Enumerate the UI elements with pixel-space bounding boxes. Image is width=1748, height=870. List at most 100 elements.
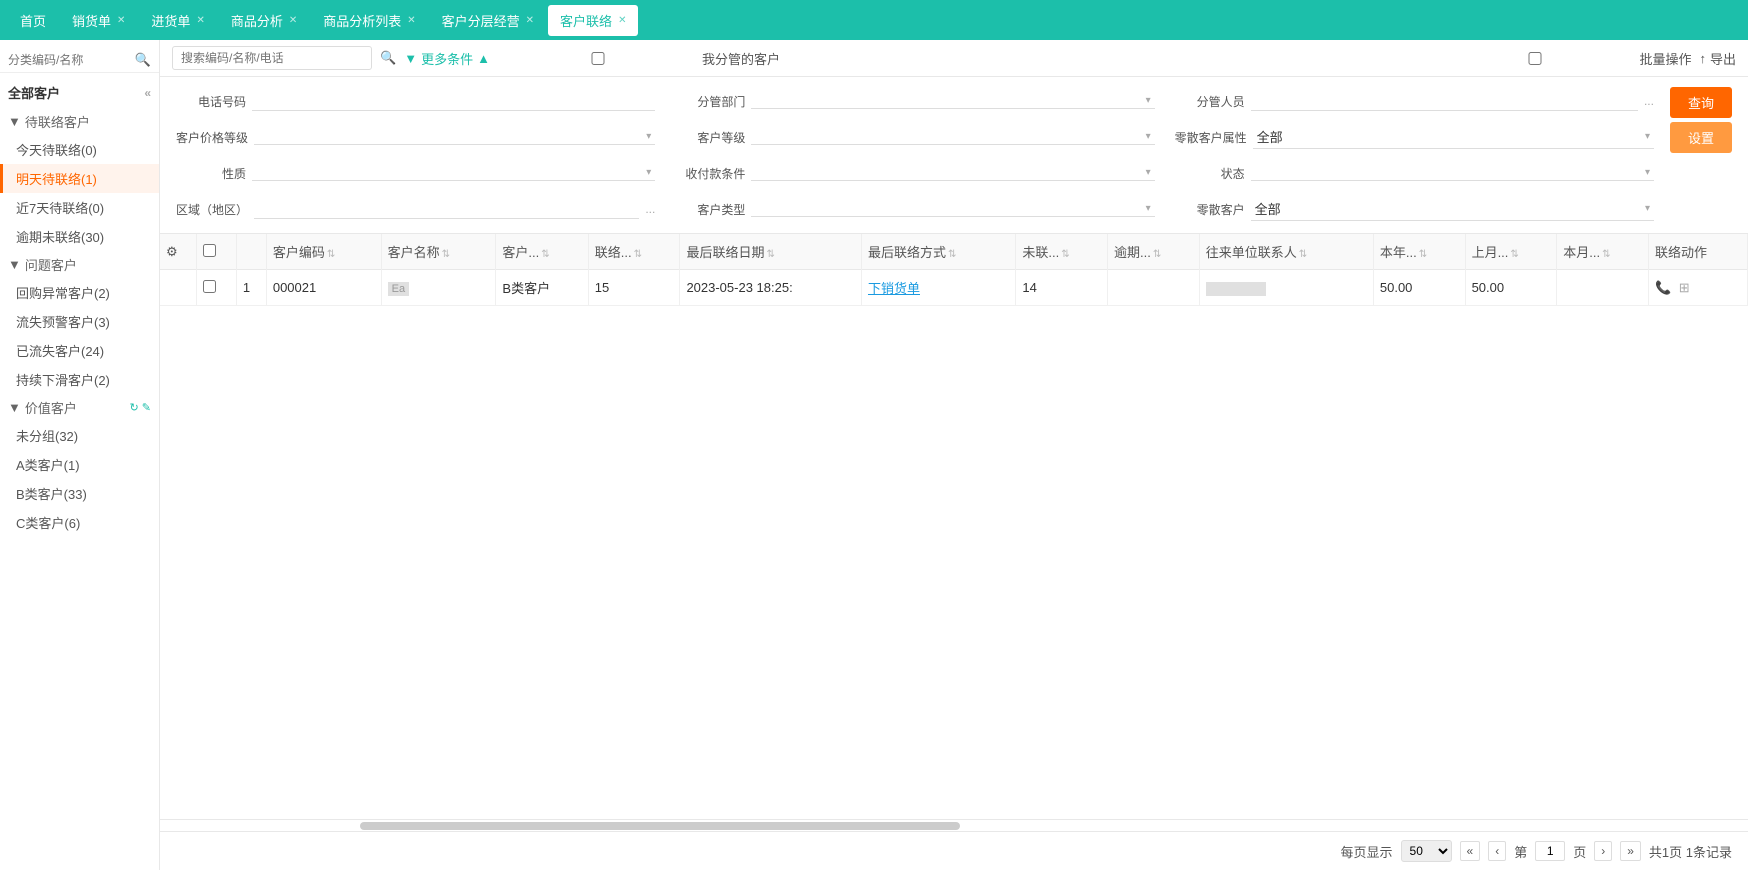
sidebar-search-icon[interactable]: 🔍 — [135, 52, 151, 68]
page-last-btn[interactable]: » — [1620, 841, 1641, 861]
filter-select-nature[interactable]: ▾ — [252, 165, 655, 181]
sidebar-item-churn-warning[interactable]: 流失预警客户(3) — [0, 307, 159, 336]
col-type[interactable]: 客户...⇅ — [496, 234, 588, 270]
my-customers-check[interactable] — [498, 52, 698, 65]
filter-select-dept[interactable]: ▾ — [751, 93, 1154, 109]
filter-label-customer-grade: 客户等级 — [675, 129, 745, 146]
col-code[interactable]: 客户编码⇅ — [266, 234, 381, 270]
content-area: 🔍 ▼ 更多条件 ▲ 我分管的客户 批量操作 ↑ 导出 — [160, 40, 1748, 870]
chev-down-icon-8: ▾ — [1146, 203, 1151, 214]
sidebar-item-tomorrow-contact[interactable]: 明天待联络(1) — [0, 164, 159, 193]
filter-label-manager: 分管人员 — [1175, 93, 1245, 110]
row-type: B类客户 — [496, 270, 588, 306]
col-last-date[interactable]: 最后联络日期⇅ — [680, 234, 862, 270]
nav-customer-contact[interactable]: 客户联络 ✕ — [548, 5, 638, 36]
nav-home[interactable]: 首页 — [8, 5, 58, 36]
filter-more-manager[interactable]: ... — [1644, 94, 1654, 108]
col-settings[interactable] — [160, 234, 197, 270]
sidebar-item-overdue-contact[interactable]: 逾期未联络(30) — [0, 222, 159, 251]
filter-cell-phone: 电话号码 — [176, 87, 655, 115]
page-number-input[interactable] — [1535, 841, 1565, 861]
export-icon: ↑ — [1699, 51, 1706, 66]
row-last-method[interactable]: 下销货单 — [861, 270, 1015, 306]
sidebar-item-week-contact[interactable]: 近7天待联络(0) — [0, 193, 159, 222]
row-settings-icon — [160, 270, 197, 306]
more-filters-btn[interactable]: ▼ 更多条件 ▲ — [404, 49, 490, 68]
col-last-month[interactable]: 上月...⇅ — [1465, 234, 1557, 270]
row-checkbox[interactable] — [197, 270, 237, 306]
filter-input-manager[interactable] — [1251, 92, 1638, 111]
batch-ops-btn[interactable]: 批量操作 — [1435, 49, 1691, 68]
filter-select-retail[interactable]: 全部 ▾ — [1251, 197, 1654, 221]
col-checkbox — [197, 234, 237, 270]
filter-cell-customer-type: 客户类型 ▾ — [675, 195, 1154, 223]
gear-icon — [166, 244, 178, 259]
collapse-icon[interactable]: « — [144, 86, 151, 100]
per-page-label: 每页显示 — [1341, 842, 1393, 861]
sidebar-item-ungrouped[interactable]: 未分组(32) — [0, 421, 159, 450]
table-area: 客户编码⇅ 客户名称⇅ 客户...⇅ 联络...⇅ 最后联络日期⇅ 最后联络方式… — [160, 234, 1748, 819]
sidebar-item-repurchase-abnormal[interactable]: 回购异常客户(2) — [0, 278, 159, 307]
filter-more-region[interactable]: ... — [645, 202, 655, 216]
filter-bar: 🔍 ▼ 更多条件 ▲ 我分管的客户 批量操作 ↑ 导出 — [160, 40, 1748, 77]
page-first-btn[interactable]: « — [1460, 841, 1481, 861]
filter-select-customer-grade[interactable]: ▾ — [751, 129, 1154, 145]
page-next-btn[interactable]: › — [1594, 841, 1612, 861]
page-size-select[interactable]: 50 100 200 — [1401, 840, 1452, 862]
col-this-year[interactable]: 本年...⇅ — [1373, 234, 1465, 270]
filter-select-status[interactable]: ▾ — [1251, 165, 1654, 181]
phone-icon[interactable]: 📞 — [1655, 280, 1671, 295]
nav-sales-order[interactable]: 销货单 ✕ — [60, 5, 137, 36]
query-button[interactable]: 查询 — [1670, 87, 1732, 118]
page-prev-btn[interactable]: ‹ — [1488, 841, 1506, 861]
col-company-contacts[interactable]: 往来单位联系人⇅ — [1199, 234, 1373, 270]
all-customers-title[interactable]: 全部客户 « — [0, 77, 159, 108]
settings-button[interactable]: 设置 — [1670, 122, 1732, 153]
filter-search-icon[interactable]: 🔍 — [380, 50, 396, 66]
search-input[interactable] — [172, 46, 372, 70]
scrollbar-thumb[interactable] — [360, 822, 960, 830]
filter-select-retail-attr[interactable]: 全部 ▾ — [1253, 125, 1654, 149]
filter-row-1: 电话号码 分管部门 ▾ 分管人员 — [176, 87, 1654, 115]
filter-label-customer-type: 客户类型 — [675, 201, 745, 218]
chev-down-icon-4: ▾ — [1645, 131, 1650, 142]
filter-select-payment[interactable]: ▾ — [751, 165, 1154, 181]
export-btn[interactable]: ↑ 导出 — [1699, 49, 1736, 68]
select-all-checkbox[interactable] — [203, 244, 216, 257]
sidebar-item-today-contact[interactable]: 今天待联络(0) — [0, 135, 159, 164]
sidebar-item-churned[interactable]: 已流失客户(24) — [0, 336, 159, 365]
adv-filter-panel: 电话号码 分管部门 ▾ 分管人员 — [160, 77, 1748, 234]
col-overdue[interactable]: 逾期...⇅ — [1108, 234, 1200, 270]
filter-row-3: 性质 ▾ 收付款条件 ▾ — [176, 159, 1654, 187]
filter-label-retail: 零散客户 — [1175, 201, 1245, 218]
horizontal-scrollbar[interactable] — [160, 819, 1748, 831]
filter-input-region[interactable] — [254, 200, 639, 219]
sidebar-item-class-a[interactable]: A类客户(1) — [0, 450, 159, 479]
nav-product-analysis-list[interactable]: 商品分析列表 ✕ — [311, 5, 427, 36]
my-customers-checkbox[interactable]: 我分管的客户 — [498, 49, 780, 68]
col-uncontacted[interactable]: 未联...⇅ — [1016, 234, 1108, 270]
nav-purchase-order[interactable]: 进货单 ✕ — [139, 5, 216, 36]
filter-row-4: 区域（地区） ... 客户类型 ▾ — [176, 195, 1654, 223]
grid-icon[interactable]: ⊞ — [1679, 280, 1690, 295]
table-footer: 每页显示 50 100 200 « ‹ 第 页 › » 共1页 1条记录 — [160, 831, 1748, 870]
filter-input-phone[interactable] — [252, 92, 655, 111]
col-name[interactable]: 客户名称⇅ — [381, 234, 496, 270]
sidebar-item-class-c[interactable]: C类客户(6) — [0, 508, 159, 537]
col-last-method[interactable]: 最后联络方式⇅ — [861, 234, 1015, 270]
row-this-year: 50.00 — [1373, 270, 1465, 306]
nav-customer-segment[interactable]: 客户分层经营 ✕ — [430, 5, 546, 36]
col-this-month[interactable]: 本月...⇅ — [1557, 234, 1649, 270]
nav-product-analysis[interactable]: 商品分析 ✕ — [219, 5, 309, 36]
chev-down-icon: ▾ — [1146, 95, 1151, 106]
col-contacts[interactable]: 联络...⇅ — [588, 234, 680, 270]
sidebar-search-input[interactable] — [8, 53, 135, 67]
sidebar-item-declining[interactable]: 持续下滑客户(2) — [0, 365, 159, 394]
filter-cell-retail: 零散客户 全部 ▾ — [1175, 195, 1654, 223]
row-contacts: 15 — [588, 270, 680, 306]
total-records-label: 共1页 1条记录 — [1649, 842, 1732, 861]
sidebar-item-class-b[interactable]: B类客户(33) — [0, 479, 159, 508]
filter-select-customer-type[interactable]: ▾ — [751, 201, 1154, 217]
row-this-month — [1557, 270, 1649, 306]
filter-select-price-grade[interactable]: ▾ — [254, 129, 655, 145]
